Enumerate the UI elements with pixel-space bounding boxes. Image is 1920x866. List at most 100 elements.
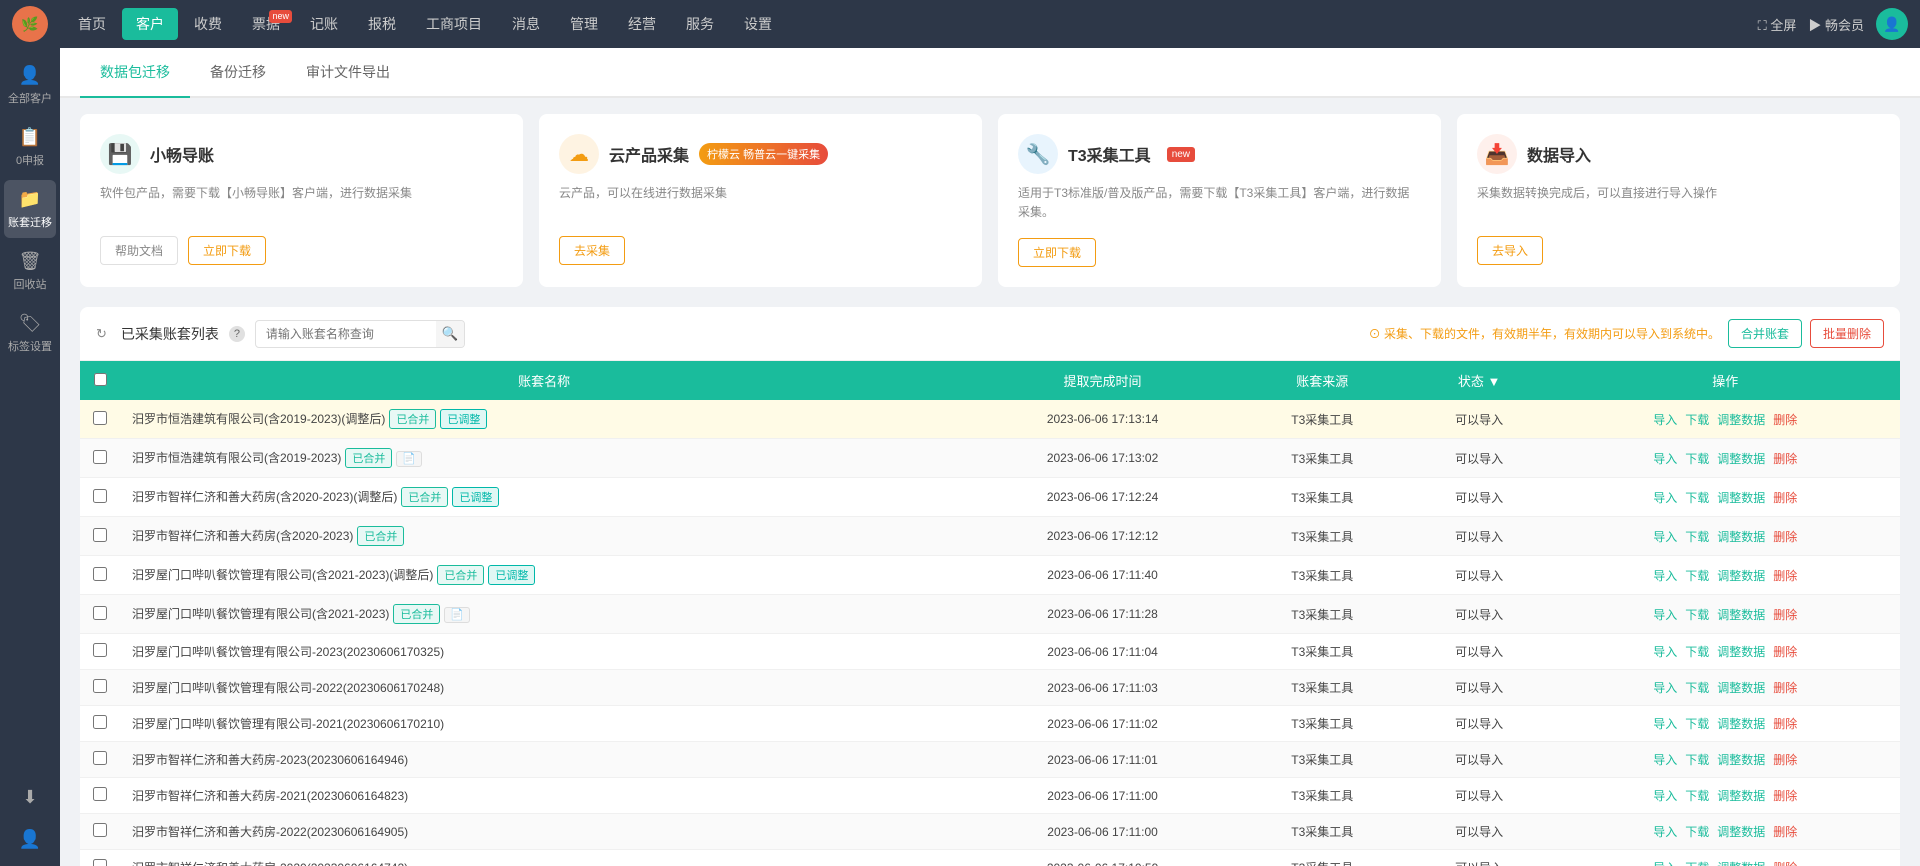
op-link-调整数据[interactable]: 调整数据 [1717,530,1765,544]
sidebar-item-recycle[interactable]: 🗑 回收站 [4,242,56,300]
nav-customer[interactable]: 客户 [122,8,178,40]
op-link-删除[interactable]: 删除 [1773,753,1797,767]
member-button[interactable]: ▶ 畅会员 [1808,15,1864,34]
op-link-导入[interactable]: 导入 [1653,789,1677,803]
user-avatar[interactable]: 👤 [1876,8,1908,40]
help-icon[interactable]: ? [229,326,245,342]
op-link-调整数据[interactable]: 调整数据 [1717,491,1765,505]
op-link-调整数据[interactable]: 调整数据 [1717,569,1765,583]
nav-invoice[interactable]: 票据 new [238,8,294,40]
select-all-checkbox[interactable] [94,373,107,386]
op-link-下载[interactable]: 下载 [1685,753,1709,767]
nav-fee[interactable]: 收费 [180,8,236,40]
tab-data-package[interactable]: 数据包迁移 [80,48,190,98]
row-checkbox[interactable] [93,606,107,620]
op-link-下载[interactable]: 下载 [1685,452,1709,466]
op-link-删除[interactable]: 删除 [1773,717,1797,731]
op-link-删除[interactable]: 删除 [1773,452,1797,466]
op-link-删除[interactable]: 删除 [1773,861,1797,866]
op-link-导入[interactable]: 导入 [1653,645,1677,659]
tab-audit-export[interactable]: 审计文件导出 [286,48,410,98]
op-link-导入[interactable]: 导入 [1653,452,1677,466]
op-link-下载[interactable]: 下载 [1685,681,1709,695]
op-link-导入[interactable]: 导入 [1653,413,1677,427]
go-collect-button[interactable]: 去采集 [559,236,625,265]
nav-message[interactable]: 消息 [498,8,554,40]
nav-home[interactable]: 首页 [64,8,120,40]
op-link-导入[interactable]: 导入 [1653,753,1677,767]
op-link-调整数据[interactable]: 调整数据 [1717,452,1765,466]
row-checkbox[interactable] [93,528,107,542]
op-link-删除[interactable]: 删除 [1773,681,1797,695]
op-link-调整数据[interactable]: 调整数据 [1717,681,1765,695]
nav-tax[interactable]: 报税 [354,8,410,40]
download-now-button[interactable]: 立即下载 [188,236,266,265]
merge-account-button[interactable]: 合并账套 [1728,319,1802,348]
row-checkbox[interactable] [93,679,107,693]
nav-business[interactable]: 工商项目 [412,8,496,40]
go-import-button[interactable]: 去导入 [1477,236,1543,265]
refresh-icon[interactable]: ↻ [96,326,107,342]
op-link-删除[interactable]: 删除 [1773,645,1797,659]
row-checkbox[interactable] [93,787,107,801]
t3-download-button[interactable]: 立即下载 [1018,238,1096,267]
nav-manage[interactable]: 管理 [556,8,612,40]
sidebar-user-btn[interactable]: 👤 [4,820,56,858]
op-link-调整数据[interactable]: 调整数据 [1717,717,1765,731]
search-button[interactable]: 🔍 [436,320,464,348]
op-link-导入[interactable]: 导入 [1653,569,1677,583]
op-link-删除[interactable]: 删除 [1773,608,1797,622]
sidebar-item-all-customers[interactable]: 👤 全部客户 [4,56,56,114]
op-link-删除[interactable]: 删除 [1773,530,1797,544]
op-link-下载[interactable]: 下载 [1685,789,1709,803]
help-doc-button[interactable]: 帮助文档 [100,236,178,265]
fullscreen-button[interactable]: ⛶ 全屏 [1758,15,1797,34]
batch-delete-button[interactable]: 批量删除 [1810,319,1884,348]
nav-operation[interactable]: 经营 [614,8,670,40]
op-link-调整数据[interactable]: 调整数据 [1717,753,1765,767]
row-checkbox[interactable] [93,823,107,837]
op-link-下载[interactable]: 下载 [1685,717,1709,731]
op-link-下载[interactable]: 下载 [1685,645,1709,659]
op-link-导入[interactable]: 导入 [1653,491,1677,505]
op-link-导入[interactable]: 导入 [1653,681,1677,695]
sidebar-download-btn[interactable]: ⬇ [4,778,56,816]
op-link-删除[interactable]: 删除 [1773,789,1797,803]
op-link-删除[interactable]: 删除 [1773,569,1797,583]
op-link-下载[interactable]: 下载 [1685,491,1709,505]
op-link-下载[interactable]: 下载 [1685,861,1709,866]
op-link-下载[interactable]: 下载 [1685,825,1709,839]
op-link-调整数据[interactable]: 调整数据 [1717,825,1765,839]
op-link-导入[interactable]: 导入 [1653,825,1677,839]
row-checkbox[interactable] [93,751,107,765]
sidebar-item-zero-declare[interactable]: 📋 0申报 [4,118,56,176]
row-checkbox[interactable] [93,643,107,657]
row-checkbox[interactable] [93,411,107,425]
op-link-下载[interactable]: 下载 [1685,569,1709,583]
op-link-下载[interactable]: 下载 [1685,530,1709,544]
row-checkbox[interactable] [93,450,107,464]
op-link-调整数据[interactable]: 调整数据 [1717,645,1765,659]
op-link-调整数据[interactable]: 调整数据 [1717,608,1765,622]
sidebar-item-tag-settings[interactable]: 🏷 标签设置 [4,304,56,362]
op-link-调整数据[interactable]: 调整数据 [1717,789,1765,803]
op-link-调整数据[interactable]: 调整数据 [1717,861,1765,866]
op-link-下载[interactable]: 下载 [1685,608,1709,622]
nav-bookkeeping[interactable]: 记账 [296,8,352,40]
tab-backup-migrate[interactable]: 备份迁移 [190,48,286,98]
nav-settings[interactable]: 设置 [730,8,786,40]
op-link-删除[interactable]: 删除 [1773,491,1797,505]
op-link-导入[interactable]: 导入 [1653,608,1677,622]
row-checkbox[interactable] [93,859,107,866]
op-link-导入[interactable]: 导入 [1653,530,1677,544]
row-checkbox[interactable] [93,489,107,503]
op-link-删除[interactable]: 删除 [1773,825,1797,839]
row-checkbox[interactable] [93,567,107,581]
op-link-导入[interactable]: 导入 [1653,861,1677,866]
search-input[interactable] [256,327,436,341]
op-link-导入[interactable]: 导入 [1653,717,1677,731]
op-link-调整数据[interactable]: 调整数据 [1717,413,1765,427]
op-link-下载[interactable]: 下载 [1685,413,1709,427]
row-checkbox[interactable] [93,715,107,729]
sidebar-item-account-migrate[interactable]: 📁 账套迁移 [4,180,56,238]
